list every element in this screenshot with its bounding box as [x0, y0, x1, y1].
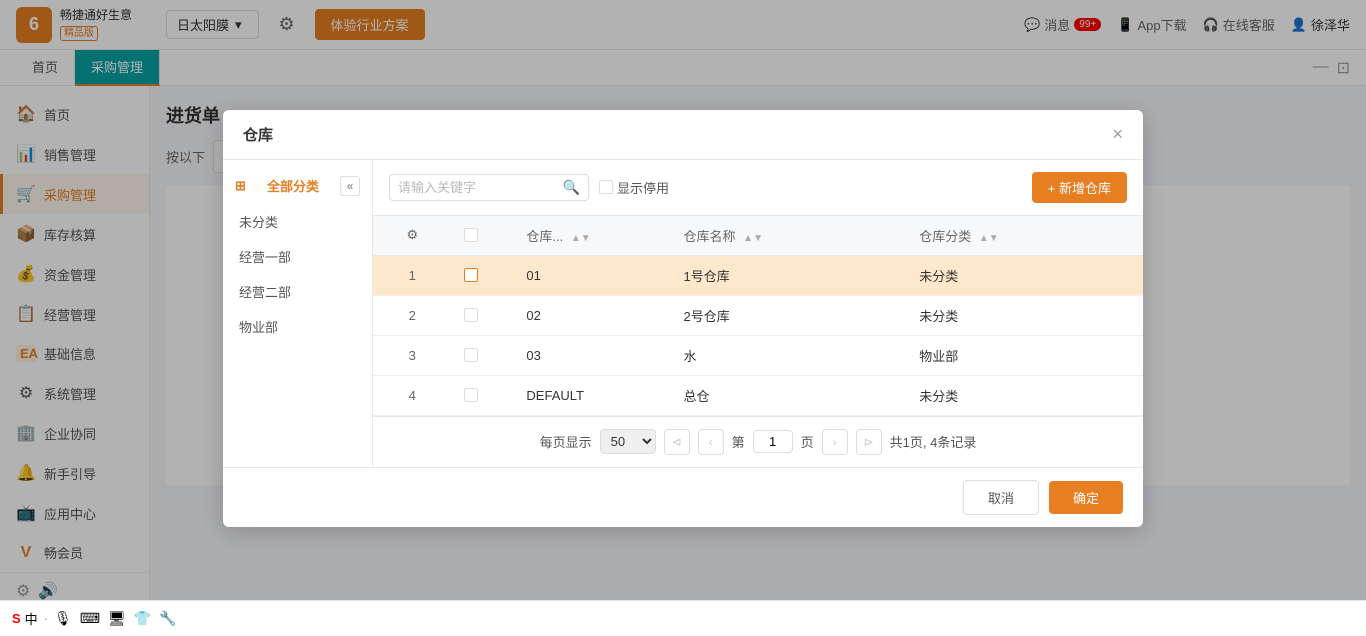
- row-num: 4: [373, 375, 452, 415]
- row-checkbox[interactable]: [464, 268, 478, 282]
- page-size-label: 每页显示: [540, 432, 592, 451]
- row-check[interactable]: [452, 255, 515, 295]
- cat-item-3[interactable]: 物业部: [223, 309, 372, 344]
- sort-name-icon: ▲▼: [743, 233, 763, 244]
- col-name-header: 仓库名称 ▲▼: [672, 216, 908, 256]
- table-toolbar: 🔍 显示停用 + 新增仓库: [373, 160, 1143, 216]
- row-num: 3: [373, 335, 452, 375]
- search-input[interactable]: [398, 180, 563, 195]
- col-cat-header: 仓库分类 ▲▼: [907, 216, 1143, 256]
- sort-cat-icon: ▲▼: [979, 233, 999, 244]
- row-code: DEFAULT: [514, 375, 671, 415]
- next-page-btn[interactable]: ›: [822, 429, 848, 455]
- row-category: 未分类: [907, 295, 1143, 335]
- search-box: 🔍: [389, 174, 589, 201]
- row-name: 1号仓库: [672, 255, 908, 295]
- row-name: 总仓: [672, 375, 908, 415]
- row-name: 2号仓库: [672, 295, 908, 335]
- row-category: 物业部: [907, 335, 1143, 375]
- warehouse-table: ⚙ 仓库... ▲▼ 仓库名称 ▲▼: [373, 216, 1143, 416]
- select-all-checkbox[interactable]: [464, 228, 478, 242]
- table-row[interactable]: 4 DEFAULT 总仓 未分类: [373, 375, 1143, 415]
- mic-icon[interactable]: 🎙: [54, 610, 72, 627]
- cat-item-2[interactable]: 经营二部: [223, 274, 372, 309]
- table-area: 🔍 显示停用 + 新增仓库 ⚙: [373, 160, 1143, 467]
- show-disabled-label[interactable]: 显示停用: [599, 178, 669, 197]
- row-check[interactable]: [452, 335, 515, 375]
- pagination: 每页显示 50 10 20 100 ⊲ ‹ 第 页 › ⊳ 共1页, 4条记录: [373, 416, 1143, 467]
- warehouse-modal: 仓库 × ⊞ 全部分类 « 未分类 经营一部 经营二部 物业部: [223, 110, 1143, 527]
- search-icon[interactable]: 🔍: [563, 179, 580, 196]
- keyboard-icon[interactable]: ⌨: [80, 610, 100, 627]
- cat-item-1[interactable]: 经营一部: [223, 239, 372, 274]
- total-info: 共1页, 4条记录: [890, 432, 977, 451]
- page-unit: 页: [801, 432, 814, 451]
- col-code-header: 仓库... ▲▼: [514, 216, 671, 256]
- row-code: 02: [514, 295, 671, 335]
- current-page-input[interactable]: [753, 430, 793, 453]
- bottom-logo: S: [12, 611, 21, 626]
- first-page-btn[interactable]: ⊲: [664, 429, 690, 455]
- row-check[interactable]: [452, 375, 515, 415]
- category-sidebar: ⊞ 全部分类 « 未分类 经营一部 经营二部 物业部: [223, 160, 373, 467]
- table-row[interactable]: 3 03 水 物业部: [373, 335, 1143, 375]
- shirt-icon[interactable]: 👕: [134, 610, 151, 627]
- row-checkbox[interactable]: [464, 348, 478, 362]
- add-warehouse-button[interactable]: + 新增仓库: [1032, 172, 1127, 203]
- confirm-button[interactable]: 确定: [1049, 481, 1123, 514]
- bottom-bar: S 中 · 🎙 ⌨ 🖥 👕 🔧: [0, 600, 1366, 636]
- row-category: 未分类: [907, 375, 1143, 415]
- modal-overlay: 仓库 × ⊞ 全部分类 « 未分类 经营一部 经营二部 物业部: [0, 0, 1366, 636]
- col-check-header: [452, 216, 515, 256]
- row-num: 1: [373, 255, 452, 295]
- prev-page-btn[interactable]: ‹: [698, 429, 724, 455]
- bottom-text: 中: [25, 609, 38, 628]
- modal-header: 仓库 ×: [223, 110, 1143, 160]
- row-category: 未分类: [907, 255, 1143, 295]
- row-num: 2: [373, 295, 452, 335]
- modal-footer: 取消 确定: [223, 467, 1143, 527]
- table-row[interactable]: 1 01 1号仓库 未分类: [373, 255, 1143, 295]
- col-settings-header: ⚙: [373, 216, 452, 256]
- sort-code-icon: ▲▼: [571, 233, 591, 244]
- show-disabled-checkbox[interactable]: [599, 180, 613, 194]
- row-checkbox[interactable]: [464, 388, 478, 402]
- row-name: 水: [672, 335, 908, 375]
- table-header: ⚙ 仓库... ▲▼ 仓库名称 ▲▼: [373, 216, 1143, 256]
- row-check[interactable]: [452, 295, 515, 335]
- page-size-select[interactable]: 50 10 20 100: [600, 429, 656, 454]
- cancel-button[interactable]: 取消: [963, 480, 1039, 515]
- row-code: 01: [514, 255, 671, 295]
- row-checkbox[interactable]: [464, 308, 478, 322]
- collapse-button[interactable]: «: [340, 176, 360, 196]
- page-label: 第: [732, 432, 745, 451]
- monitor-icon[interactable]: 🖥: [108, 610, 126, 627]
- data-table: ⚙ 仓库... ▲▼ 仓库名称 ▲▼: [373, 216, 1143, 416]
- category-header[interactable]: ⊞ 全部分类 «: [223, 168, 372, 204]
- tool-icon[interactable]: 🔧: [159, 610, 176, 627]
- table-body: 1 01 1号仓库 未分类 2: [373, 255, 1143, 415]
- cat-item-0[interactable]: 未分类: [223, 204, 372, 239]
- row-code: 03: [514, 335, 671, 375]
- bottom-separator: ·: [44, 611, 48, 626]
- modal-close-button[interactable]: ×: [1112, 124, 1123, 145]
- last-page-btn[interactable]: ⊳: [856, 429, 882, 455]
- modal-title: 仓库: [243, 124, 273, 145]
- category-all-label: 全部分类: [267, 176, 319, 195]
- modal-body: ⊞ 全部分类 « 未分类 经营一部 经营二部 物业部 🔍: [223, 160, 1143, 467]
- table-row[interactable]: 2 02 2号仓库 未分类: [373, 295, 1143, 335]
- grid-icon: ⊞: [235, 178, 246, 194]
